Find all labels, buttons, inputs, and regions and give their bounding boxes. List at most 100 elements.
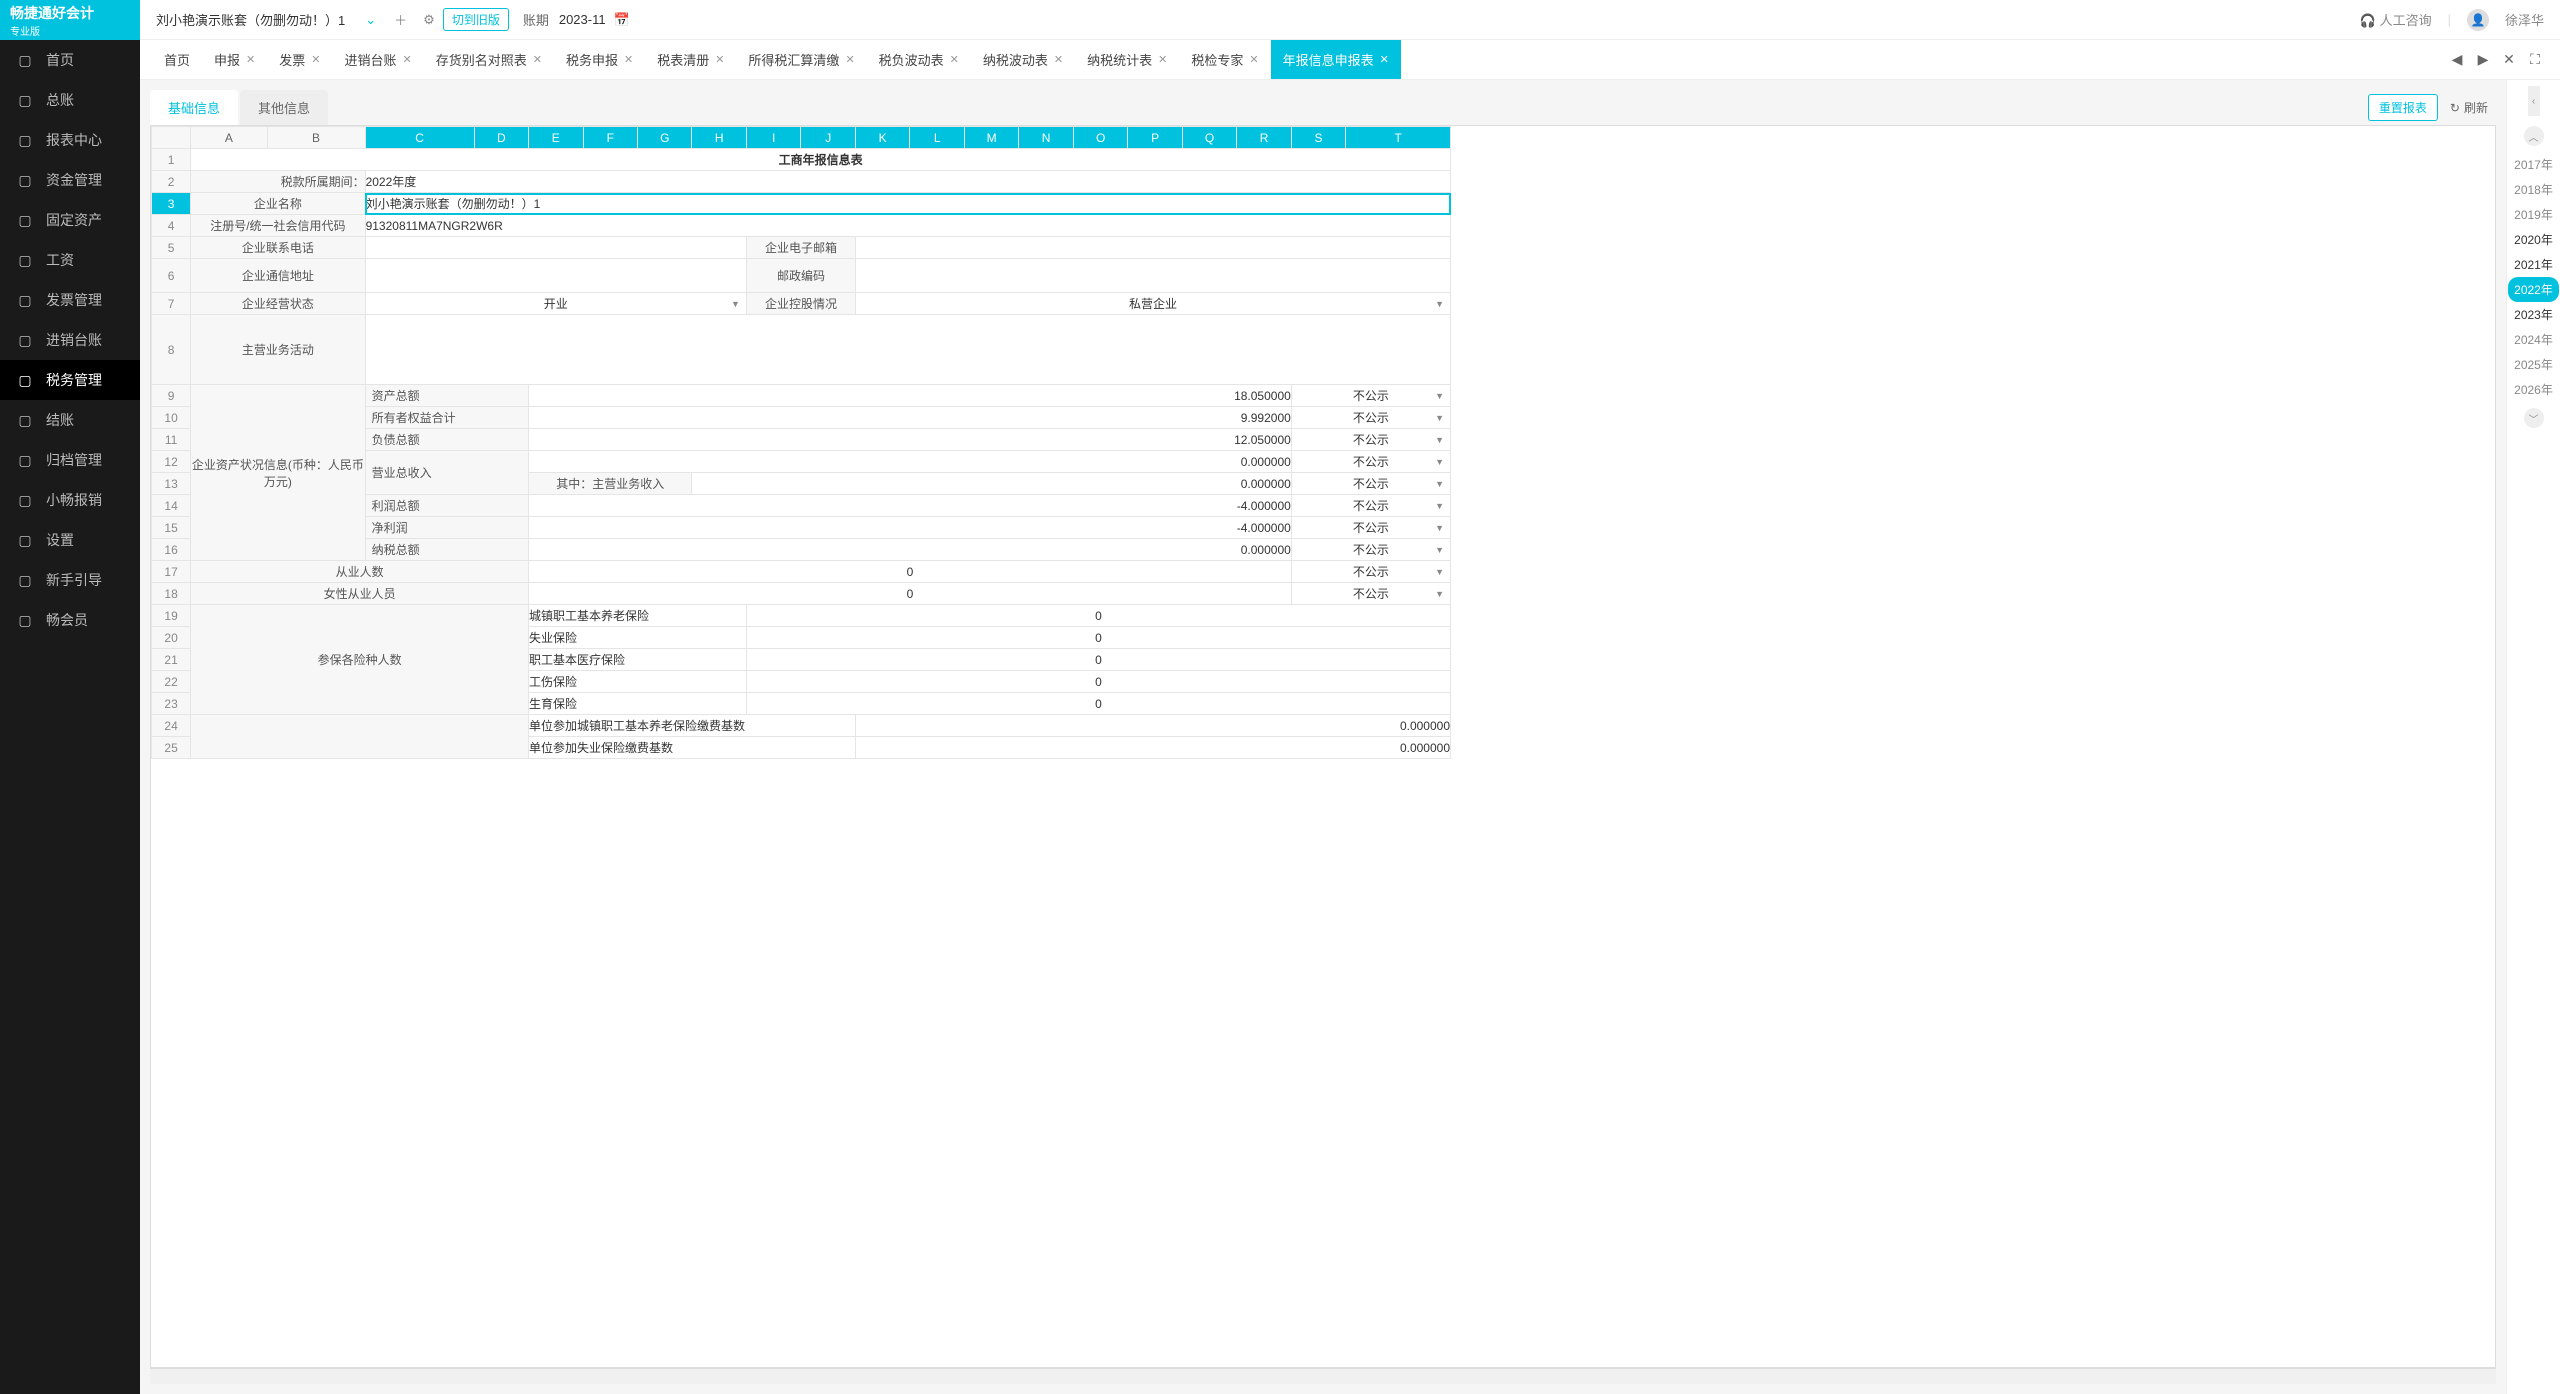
tab[interactable]: 纳税波动表✕: [971, 40, 1075, 79]
column-header[interactable]: I: [746, 127, 800, 149]
calendar-icon[interactable]: 📅: [614, 12, 630, 28]
column-header[interactable]: N: [1019, 127, 1073, 149]
horizontal-scrollbar[interactable]: [150, 1368, 2496, 1384]
column-header[interactable]: E: [529, 127, 583, 149]
year-item[interactable]: 2017年: [2508, 152, 2559, 177]
year-down-icon[interactable]: ﹀: [2524, 408, 2544, 428]
year-item[interactable]: 2024年: [2508, 327, 2559, 352]
account-selector[interactable]: 刘小艳演示账套（勿删勿动！）1: [156, 10, 345, 29]
year-up-icon[interactable]: ︿: [2524, 126, 2544, 146]
nav-icon: ▢: [16, 291, 34, 309]
reset-report-button[interactable]: 重置报表: [2368, 94, 2438, 121]
tab-close-all-icon[interactable]: ✕: [2496, 51, 2522, 68]
year-item[interactable]: 2026年: [2508, 377, 2559, 402]
tab[interactable]: 税务申报✕: [554, 40, 645, 79]
sidebar-item[interactable]: ▢设置: [0, 520, 140, 560]
year-item[interactable]: 2019年: [2508, 202, 2559, 227]
tab-close-icon[interactable]: ✕: [311, 53, 320, 66]
year-item[interactable]: 2021年: [2508, 252, 2559, 277]
sidebar-item[interactable]: ▢归档管理: [0, 440, 140, 480]
sidebar-item[interactable]: ▢报表中心: [0, 120, 140, 160]
account-dropdown-icon[interactable]: ⌄: [365, 12, 376, 28]
gear-icon[interactable]: ⚙: [423, 12, 435, 28]
fullscreen-icon[interactable]: ⛶: [2522, 51, 2548, 68]
sidebar-item[interactable]: ▢进销台账: [0, 320, 140, 360]
tab[interactable]: 税检专家✕: [1179, 40, 1270, 79]
tab-close-icon[interactable]: ✕: [1249, 53, 1258, 66]
sidebar: 畅捷通好会计 专业版 ▢首页▢总账▢报表中心▢资金管理▢固定资产▢工资▢发票管理…: [0, 0, 140, 1394]
tab[interactable]: 税负波动表✕: [867, 40, 971, 79]
tab[interactable]: 存货别名对照表✕: [424, 40, 554, 79]
sidebar-item[interactable]: ▢税务管理: [0, 360, 140, 400]
refresh-button[interactable]: ↻ 刷新: [2450, 99, 2488, 116]
column-header[interactable]: P: [1128, 127, 1182, 149]
nav-icon: ▢: [16, 571, 34, 589]
tab-close-icon[interactable]: ✕: [533, 53, 542, 66]
column-header[interactable]: R: [1237, 127, 1291, 149]
spreadsheet[interactable]: ABCDEFGHIJKLMNOPQRST 1工商年报信息表 2税款所属期间：20…: [150, 125, 2496, 1368]
column-header[interactable]: Q: [1182, 127, 1236, 149]
column-header[interactable]: A: [191, 127, 267, 149]
tab-close-icon[interactable]: ✕: [624, 53, 633, 66]
sheet-tabs: 基础信息 其他信息 重置报表 ↻ 刷新: [150, 90, 2496, 125]
tab-basic-info[interactable]: 基础信息: [150, 90, 238, 125]
sidebar-item[interactable]: ▢新手引导: [0, 560, 140, 600]
tab[interactable]: 首页: [152, 40, 202, 79]
year-item[interactable]: 2018年: [2508, 177, 2559, 202]
sidebar-item[interactable]: ▢工资: [0, 240, 140, 280]
company-name-cell[interactable]: 刘小艳演示账套（勿删勿动！）1: [365, 193, 1450, 215]
tab-close-icon[interactable]: ✕: [1380, 53, 1389, 66]
tab-close-icon[interactable]: ✕: [1054, 53, 1063, 66]
column-header[interactable]: D: [474, 127, 528, 149]
sidebar-item[interactable]: ▢资金管理: [0, 160, 140, 200]
tab-close-icon[interactable]: ✕: [403, 53, 412, 66]
column-header[interactable]: K: [855, 127, 909, 149]
column-header[interactable]: S: [1291, 127, 1345, 149]
tab-close-icon[interactable]: ✕: [950, 53, 959, 66]
period-value[interactable]: 2023-11: [559, 12, 606, 27]
sidebar-item[interactable]: ▢小畅报销: [0, 480, 140, 520]
column-header[interactable]: L: [910, 127, 964, 149]
sidebar-item[interactable]: ▢结账: [0, 400, 140, 440]
avatar[interactable]: 👤: [2467, 9, 2489, 31]
column-header[interactable]: T: [1346, 127, 1451, 149]
column-header[interactable]: B: [267, 127, 365, 149]
column-header[interactable]: O: [1073, 127, 1127, 149]
username[interactable]: 徐泽华: [2505, 10, 2544, 29]
tab[interactable]: 进销台账✕: [332, 40, 423, 79]
sidebar-item[interactable]: ▢固定资产: [0, 200, 140, 240]
sidebar-item[interactable]: ▢总账: [0, 80, 140, 120]
tab[interactable]: 税表清册✕: [645, 40, 736, 79]
tab-close-icon[interactable]: ✕: [1158, 53, 1167, 66]
tab[interactable]: 发票✕: [267, 40, 332, 79]
year-item[interactable]: 2023年: [2508, 302, 2559, 327]
tab-close-icon[interactable]: ✕: [845, 53, 854, 66]
tab-close-icon[interactable]: ✕: [246, 53, 255, 66]
tab[interactable]: 申报✕: [202, 40, 267, 79]
add-icon[interactable]: ＋: [394, 10, 407, 29]
tab-next-icon[interactable]: ▶: [2470, 51, 2496, 68]
tab-other-info[interactable]: 其他信息: [240, 90, 328, 125]
column-header[interactable]: C: [365, 127, 474, 149]
tab-close-icon[interactable]: ✕: [715, 53, 724, 66]
sidebar-item[interactable]: ▢畅会员: [0, 600, 140, 640]
tab[interactable]: 年报信息申报表✕: [1271, 40, 1401, 79]
column-header[interactable]: F: [583, 127, 637, 149]
support-link[interactable]: 🎧 人工咨询: [2360, 10, 2432, 29]
tab[interactable]: 所得税汇算清缴✕: [736, 40, 866, 79]
tab[interactable]: 纳税统计表✕: [1075, 40, 1179, 79]
column-header[interactable]: M: [964, 127, 1018, 149]
year-item[interactable]: 2025年: [2508, 352, 2559, 377]
sidebar-item[interactable]: ▢发票管理: [0, 280, 140, 320]
column-header[interactable]: G: [638, 127, 692, 149]
column-header[interactable]: H: [692, 127, 746, 149]
collapse-panel-icon[interactable]: ‹: [2528, 86, 2540, 116]
tab-prev-icon[interactable]: ◀: [2444, 51, 2470, 68]
sidebar-item[interactable]: ▢首页: [0, 40, 140, 80]
grid-corner[interactable]: [152, 127, 191, 149]
year-item[interactable]: 2022年: [2508, 277, 2559, 302]
column-header[interactable]: J: [801, 127, 855, 149]
year-item[interactable]: 2020年: [2508, 227, 2559, 252]
switch-old-version-button[interactable]: 切到旧版: [443, 8, 509, 31]
nav-icon: ▢: [16, 251, 34, 269]
